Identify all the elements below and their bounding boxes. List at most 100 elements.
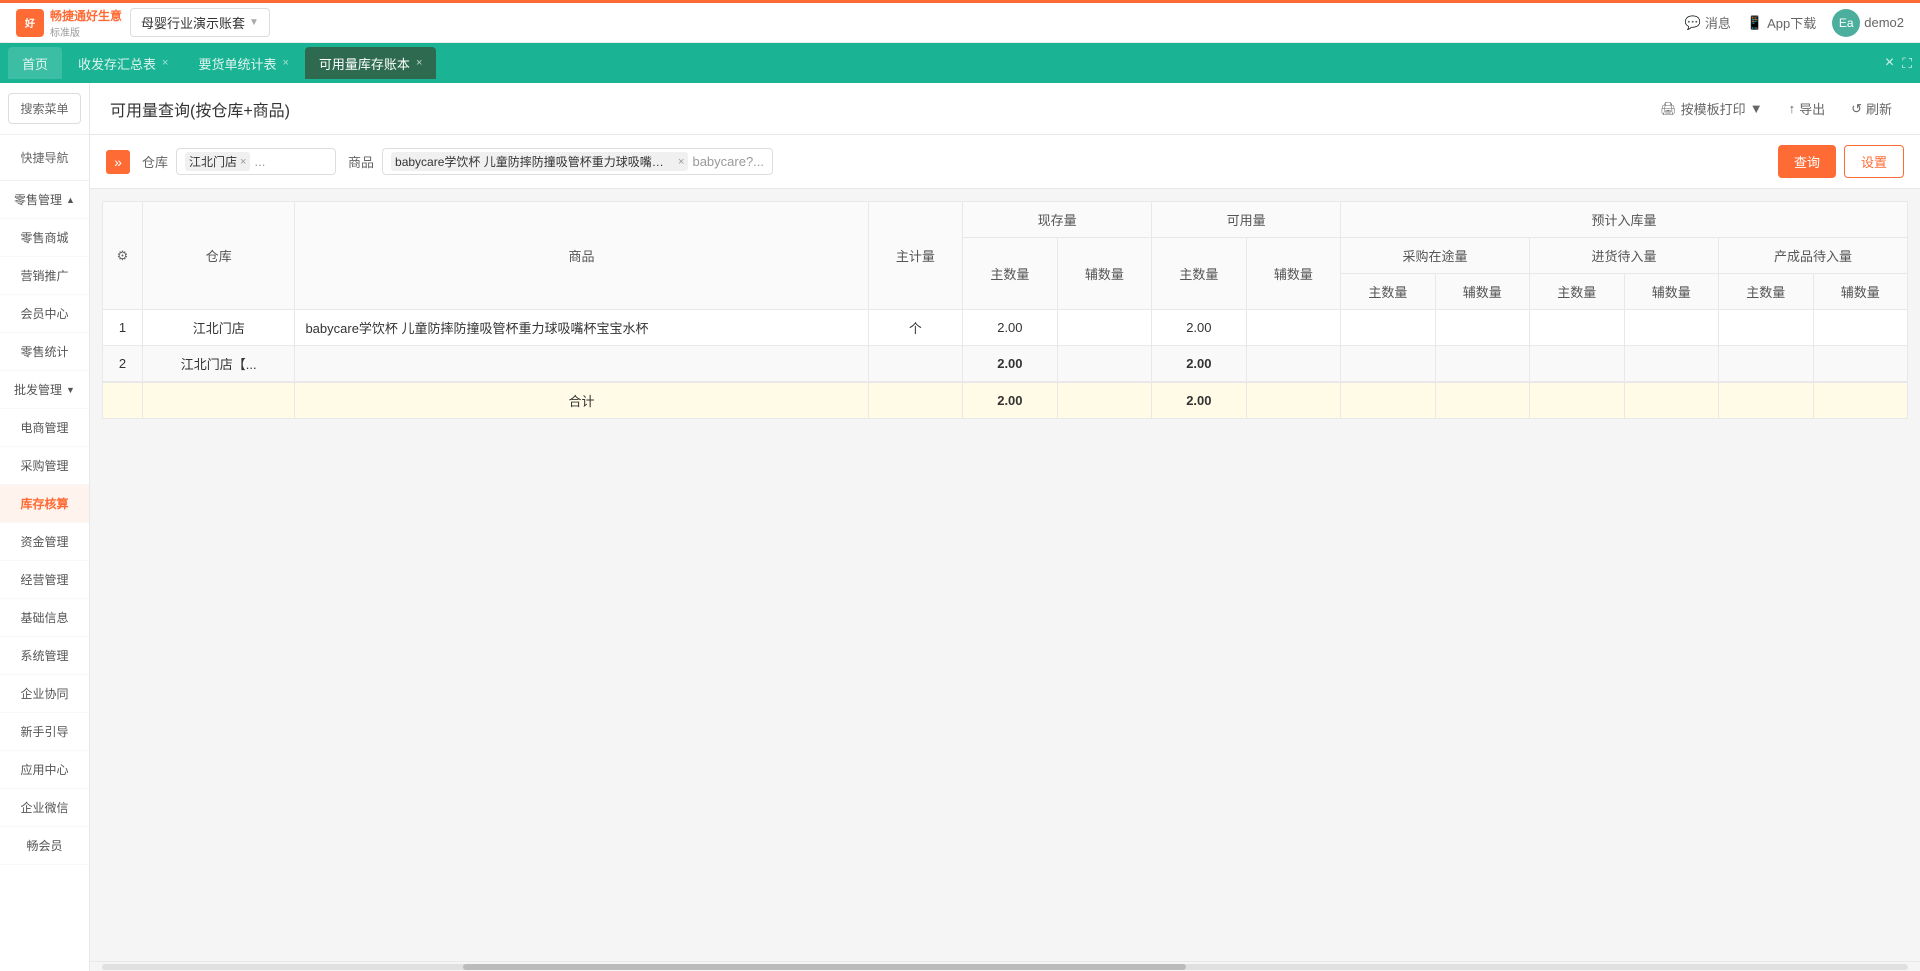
scrollbar-thumb[interactable]	[463, 964, 1185, 970]
warehouse-input[interactable]: 江北门店 × ...	[176, 148, 336, 175]
th-purchase-aux: 辅数量	[1435, 274, 1529, 310]
sidebar-item-ecommerce[interactable]: 电商管理	[0, 409, 89, 447]
product-tag: babycare学饮杯 儿童防摔防撞吸管杯重力球吸嘴杯宝宝水杯 ×	[391, 152, 688, 171]
row2-prod-main	[1719, 346, 1813, 383]
org-name: 母婴行业演示账套	[141, 13, 245, 32]
th-product: 商品	[295, 202, 868, 310]
th-prod-aux: 辅数量	[1813, 274, 1908, 310]
th-avail-main: 主数量	[1152, 238, 1246, 310]
footer-prod-main	[1719, 382, 1813, 419]
tab-receipts[interactable]: 收发存汇总表 ×	[64, 47, 182, 79]
row2-purchase-aux	[1435, 346, 1529, 383]
sidebar-item-system[interactable]: 系统管理	[0, 637, 89, 675]
footer-avail-aux	[1246, 382, 1340, 419]
setting-btn[interactable]: 设置	[1844, 145, 1904, 178]
product-input[interactable]: babycare学饮杯 儿童防摔防撞吸管杯重力球吸嘴杯宝宝水杯 × babyca…	[382, 148, 773, 175]
warehouse-tag-remove[interactable]: ×	[240, 156, 246, 168]
sidebar-item-purchase[interactable]: 采购管理	[0, 447, 89, 485]
row1-inbound-main	[1530, 310, 1624, 346]
user-action[interactable]: Ea demo2	[1832, 9, 1904, 37]
th-purchase-main: 主数量	[1341, 274, 1435, 310]
sidebar-item-marketing[interactable]: 营销推广	[0, 257, 89, 295]
th-forecast: 预计入库量	[1341, 202, 1908, 238]
sidebar-item-inventory[interactable]: 库存核算	[0, 485, 89, 523]
tab-available-stock-close[interactable]: ×	[416, 57, 422, 69]
row1-prod-main	[1719, 310, 1813, 346]
sidebar-item-retail-mall[interactable]: 零售商城	[0, 219, 89, 257]
template-print-btn[interactable]: 🖨 按模板打印 ▼	[1652, 95, 1770, 122]
refresh-icon: ↺	[1851, 101, 1862, 117]
row2-inbound-aux	[1624, 346, 1718, 383]
row2-stock-aux	[1057, 346, 1151, 383]
row1-stock-main: 2.00	[963, 310, 1057, 346]
message-icon: 💬	[1685, 15, 1701, 31]
sidebar-item-wholesale-mgmt[interactable]: 批发管理	[0, 371, 89, 409]
sidebar-item-member[interactable]: 畅会员	[0, 827, 89, 865]
th-prod-main: 主数量	[1719, 274, 1813, 310]
close-all-btn[interactable]: ×	[1885, 54, 1894, 72]
export-btn[interactable]: ↑ 导出	[1781, 95, 1834, 122]
row2-product	[295, 346, 868, 383]
sidebar-item-app-center[interactable]: 应用中心	[0, 751, 89, 789]
row2-index: 2	[103, 346, 143, 383]
row2-stock-main: 2.00	[963, 346, 1057, 383]
tab-orders[interactable]: 要货单统计表 ×	[184, 47, 302, 79]
sidebar-item-enterprise[interactable]: 企业协同	[0, 675, 89, 713]
filter-expand-btn[interactable]: »	[106, 150, 130, 174]
footer-empty-2	[143, 382, 295, 419]
scrollbar-track[interactable]	[102, 964, 1908, 970]
sidebar-menu: 零售管理 零售商城 营销推广 会员中心 零售统计 批发管理 电商管理 采购管理 …	[0, 181, 89, 865]
footer-inbound-main	[1530, 382, 1624, 419]
row1-index: 1	[103, 310, 143, 346]
sidebar-item-finance[interactable]: 资金管理	[0, 523, 89, 561]
sidebar-item-operations[interactable]: 经营管理	[0, 561, 89, 599]
sidebar-item-wechat[interactable]: 企业微信	[0, 789, 89, 827]
table-row: 2 江北门店【... 2.00 2.00	[103, 346, 1908, 383]
refresh-btn[interactable]: ↺ 刷新	[1843, 95, 1900, 122]
sidebar-item-retail-stats[interactable]: 零售统计	[0, 333, 89, 371]
th-purchase-transit: 采购在途量	[1341, 238, 1530, 274]
header-left: 好 畅捷通好生意 标准版 母婴行业演示账套 ▼	[16, 7, 270, 39]
sidebar-quick-nav-label[interactable]: 快捷导航	[0, 141, 89, 174]
warehouse-tag: 江北门店 ×	[185, 152, 250, 171]
sidebar-item-retail-mgmt[interactable]: 零售管理	[0, 181, 89, 219]
column-settings-icon[interactable]: ⚙	[117, 248, 129, 263]
footer-avail-main: 2.00	[1152, 382, 1246, 419]
th-avail-aux: 辅数量	[1246, 238, 1340, 310]
tab-available-stock[interactable]: 可用量库存账本 ×	[305, 47, 436, 79]
query-btn[interactable]: 查询	[1778, 145, 1836, 178]
footer-empty-3	[868, 382, 962, 419]
print-icon: 🖨	[1660, 101, 1677, 117]
row2-inbound-main	[1530, 346, 1624, 383]
row2-unit	[868, 346, 962, 383]
sidebar-item-basics[interactable]: 基础信息	[0, 599, 89, 637]
sidebar-item-guide[interactable]: 新手引导	[0, 713, 89, 751]
product-tag-remove[interactable]: ×	[678, 156, 684, 168]
tab-receipts-close[interactable]: ×	[162, 57, 168, 69]
row1-purchase-main	[1341, 310, 1435, 346]
message-action[interactable]: 💬 消息	[1685, 13, 1731, 32]
sidebar-item-member-center[interactable]: 会员中心	[0, 295, 89, 333]
row1-purchase-aux	[1435, 310, 1529, 346]
fullscreen-btn[interactable]: ⛶	[1902, 55, 1912, 72]
th-inbound-pending: 进货待入量	[1530, 238, 1719, 274]
dropdown-icon: ▼	[249, 17, 259, 28]
app-subtitle: 标准版	[50, 24, 122, 39]
tab-home[interactable]: 首页	[8, 47, 62, 79]
th-main-unit: 主计量	[868, 202, 962, 310]
sidebar-quick-nav: 零售管理 快捷导航	[0, 135, 89, 181]
table-footer-row: 合计 2.00 2.00	[103, 382, 1908, 419]
content-area: 可用量查询(按仓库+商品) 🖨 按模板打印 ▼ ↑ 导出 ↺ 刷新 »	[90, 83, 1920, 971]
footer-inbound-aux	[1624, 382, 1718, 419]
scrollbar-area	[90, 961, 1920, 971]
app-download-action[interactable]: 📱 App下载	[1747, 13, 1816, 32]
row2-avail-aux	[1246, 346, 1340, 383]
app-name: 畅捷通好生意	[50, 7, 122, 24]
top-header: 好 畅捷通好生意 标准版 母婴行业演示账套 ▼ 💬 消息 📱 App下载 Ea …	[0, 3, 1920, 43]
th-warehouse: 仓库	[143, 202, 295, 310]
org-selector[interactable]: 母婴行业演示账套 ▼	[130, 8, 270, 37]
tab-orders-close[interactable]: ×	[282, 57, 288, 69]
header-right: 💬 消息 📱 App下载 Ea demo2	[1685, 9, 1904, 37]
page-title: 可用量查询(按仓库+商品)	[110, 97, 290, 133]
search-menu-btn[interactable]: 搜索菜单	[8, 93, 81, 124]
